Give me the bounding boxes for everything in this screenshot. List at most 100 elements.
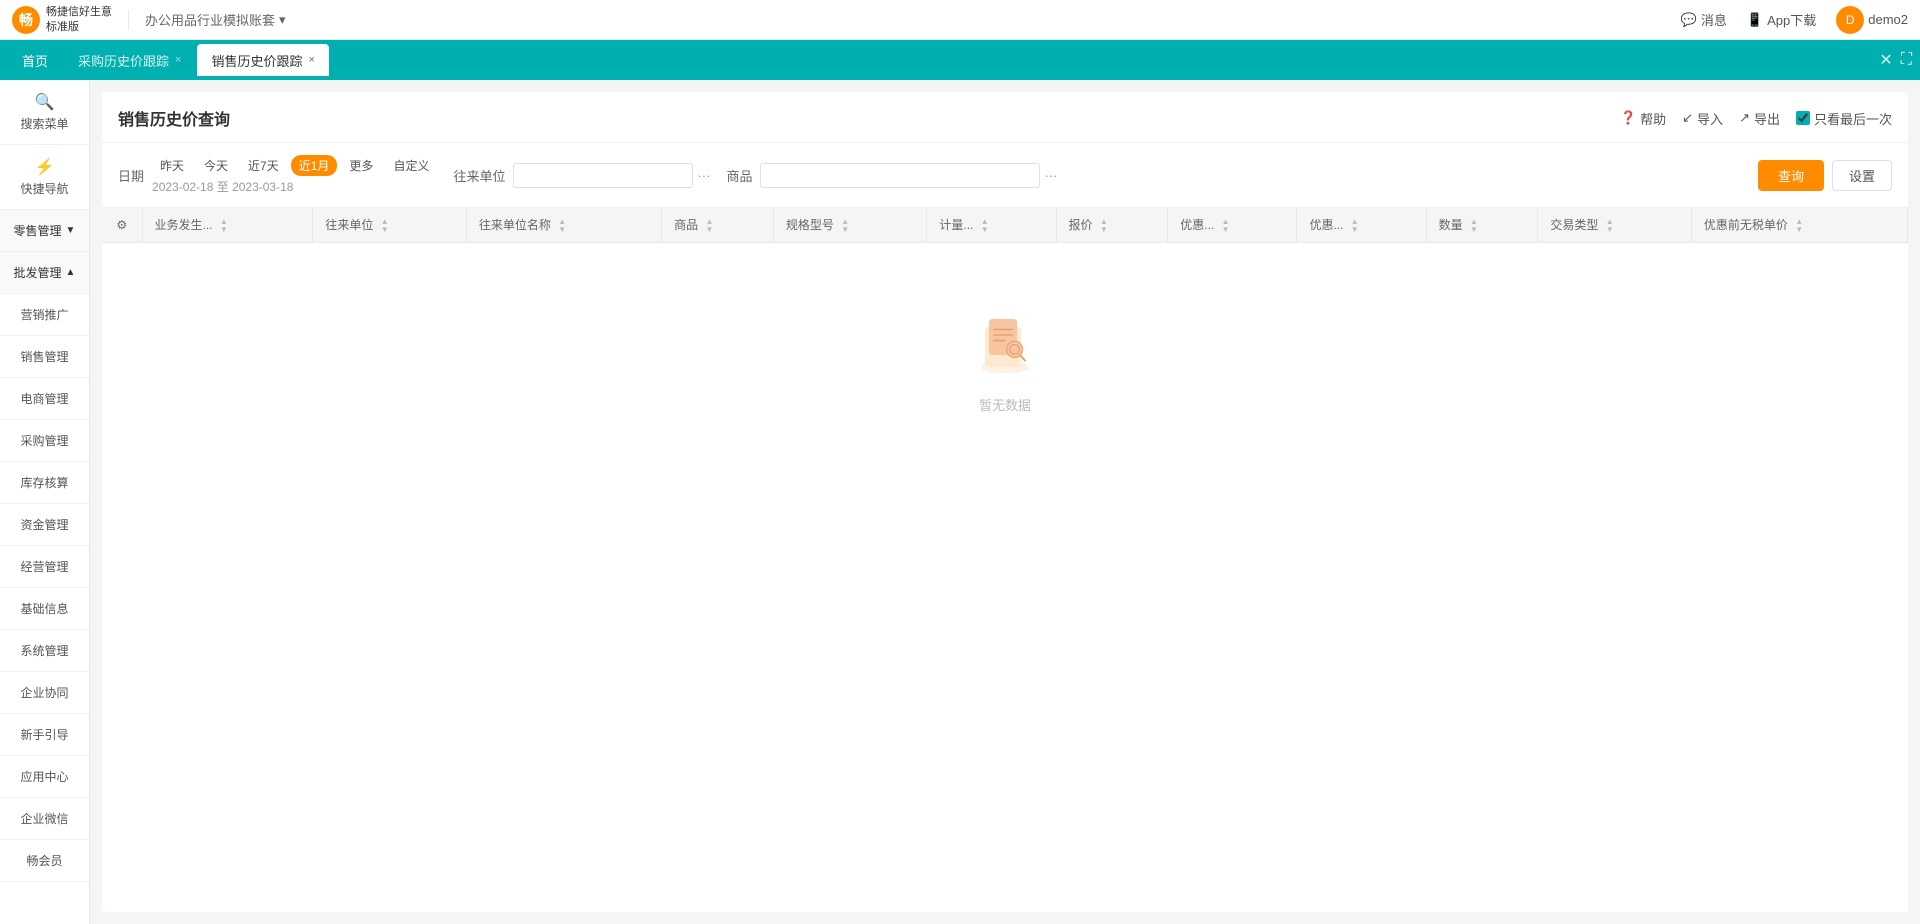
export-btn[interactable]: ↗ 导出 (1739, 109, 1780, 128)
app-selector[interactable]: 办公用品行业模拟账套 ▾ (145, 10, 286, 29)
tab-purchase-history-close[interactable]: × (175, 54, 181, 66)
sidebar-item-enterprise-coop[interactable]: 企业协同 (0, 672, 89, 714)
date-option-custom[interactable]: 自定义 (385, 155, 437, 176)
help-btn[interactable]: ❓ 帮助 (1620, 109, 1666, 128)
logo-text: 畅捷信好生意 标准版 (46, 5, 112, 34)
th-product[interactable]: 商品 ▲▼ (662, 208, 774, 242)
partner-input[interactable] (513, 163, 693, 188)
message-action[interactable]: 💬 消息 (1681, 10, 1727, 29)
partner-dots[interactable]: ··· (697, 168, 710, 183)
sort-icons-product: ▲▼ (705, 218, 713, 234)
sort-icons-partner-code: ▲▼ (381, 218, 389, 234)
sidebar-item-retail-mgmt[interactable]: 零售管理 ▼ (0, 210, 89, 252)
expand-window-icon[interactable]: ⛶ (1901, 51, 1912, 69)
tab-sales-history[interactable]: 销售历史价跟踪 × (197, 44, 328, 76)
settings-button[interactable]: 设置 (1832, 160, 1892, 191)
page-content: 销售历史价查询 ❓ 帮助 ↙ 导入 ↗ 导出 (90, 80, 1920, 924)
sort-icons-trade-type: ▲▼ (1606, 218, 1614, 234)
only-last-checkbox-label[interactable]: 只看最后一次 (1796, 109, 1892, 128)
date-range: 2023-02-18 至 2023-03-18 (152, 178, 437, 195)
partner-label: 往来单位 (453, 166, 505, 185)
tab-sales-history-close[interactable]: × (308, 54, 314, 66)
logo-area: 畅 畅捷信好生意 标准版 (12, 5, 112, 34)
th-quantity[interactable]: 数量 ▲▼ (1426, 208, 1538, 242)
user-menu[interactable]: D demo2 (1836, 6, 1908, 34)
product-dots[interactable]: ··· (1044, 168, 1057, 183)
message-icon: 💬 (1681, 12, 1697, 28)
sidebar-item-ecommerce[interactable]: 电商管理 (0, 378, 89, 420)
header-right: 💬 消息 📱 App下载 D demo2 (1681, 6, 1908, 34)
top-header: 畅 畅捷信好生意 标准版 办公用品行业模拟账套 ▾ 💬 消息 📱 App下载 D… (0, 0, 1920, 40)
header-left: 畅 畅捷信好生意 标准版 办公用品行业模拟账套 ▾ (12, 5, 286, 34)
sort-icons-no-tax-price: ▲▼ (1795, 218, 1803, 234)
sidebar-item-sales-mgmt[interactable]: 销售管理 (0, 336, 89, 378)
th-discount1[interactable]: 优惠... ▲▼ (1168, 208, 1297, 242)
date-options: 昨天 今天 近7天 近1月 更多 自定义 (152, 155, 437, 176)
page-panel: 销售历史价查询 ❓ 帮助 ↙ 导入 ↗ 导出 (102, 92, 1908, 912)
th-biz-date[interactable]: 业务发生... ▲▼ (142, 208, 313, 242)
tab-bar: 首页 采购历史价跟踪 × 销售历史价跟踪 × ✕ ⛶ (0, 40, 1920, 80)
th-spec[interactable]: 规格型号 ▲▼ (773, 208, 927, 242)
empty-text: 暂无数据 (979, 395, 1031, 414)
sidebar-item-operation[interactable]: 经营管理 (0, 546, 89, 588)
sort-icons-biz-date: ▲▼ (220, 218, 228, 234)
sidebar-item-system[interactable]: 系统管理 (0, 630, 89, 672)
product-input-area: ··· (760, 163, 1057, 188)
th-settings[interactable]: ⚙ (102, 208, 142, 242)
sidebar-item-wholesale-mgmt[interactable]: 批发管理 ▲ (0, 252, 89, 294)
date-label: 日期 (118, 166, 144, 185)
empty-icon (965, 303, 1045, 383)
partner-filter-group: 往来单位 ··· (453, 163, 710, 188)
table-header-row: ⚙ 业务发生... ▲▼ 往来单位 ▲▼ (102, 208, 1908, 242)
logo-icon: 畅 (12, 6, 40, 34)
empty-state: 暂无数据 (102, 243, 1908, 474)
quick-nav-icon: ⚡ (35, 157, 55, 177)
sidebar-item-finance[interactable]: 资金管理 (0, 504, 89, 546)
app-download-action[interactable]: 📱 App下载 (1747, 10, 1816, 29)
sort-icons-quantity: ▲▼ (1470, 218, 1478, 234)
sidebar-item-app-center[interactable]: 应用中心 (0, 756, 89, 798)
th-unit[interactable]: 计量... ▲▼ (927, 208, 1056, 242)
date-option-yesterday[interactable]: 昨天 (152, 155, 192, 176)
sidebar-item-marketing[interactable]: 营销推广 (0, 294, 89, 336)
data-table: ⚙ 业务发生... ▲▼ 往来单位 ▲▼ (102, 208, 1908, 243)
sidebar-item-quick-nav[interactable]: ⚡ 快捷导航 (0, 145, 89, 210)
th-partner-code[interactable]: 往来单位 ▲▼ (313, 208, 467, 242)
sidebar-item-purchase[interactable]: 采购管理 (0, 420, 89, 462)
query-button[interactable]: 查询 (1758, 160, 1824, 191)
sort-icons-discount1: ▲▼ (1222, 218, 1230, 234)
avatar: D (1836, 6, 1864, 34)
table-area: ⚙ 业务发生... ▲▼ 往来单位 ▲▼ (102, 208, 1908, 912)
sort-icons-discount2: ▲▼ (1351, 218, 1359, 234)
date-filter-group: 日期 昨天 今天 近7天 近1月 更多 自定义 2023-02-18 至 202… (118, 155, 437, 195)
sidebar-item-search-menu[interactable]: 🔍 搜索菜单 (0, 80, 89, 145)
chevron-down-icon: ▾ (279, 12, 286, 28)
sidebar-item-beginner[interactable]: 新手引导 (0, 714, 89, 756)
date-option-7days[interactable]: 近7天 (240, 155, 287, 176)
th-trade-type[interactable]: 交易类型 ▲▼ (1538, 208, 1692, 242)
th-no-tax-price[interactable]: 优惠前无税单价 ▲▼ (1691, 208, 1907, 242)
th-partner-name[interactable]: 往来单位名称 ▲▼ (466, 208, 661, 242)
chevron-down-icon: ▼ (66, 225, 76, 236)
th-quote[interactable]: 报价 ▲▼ (1056, 208, 1168, 242)
date-option-today[interactable]: 今天 (196, 155, 236, 176)
content-area: 销售历史价查询 ❓ 帮助 ↙ 导入 ↗ 导出 (90, 80, 1920, 924)
page-header: 销售历史价查询 ❓ 帮助 ↙ 导入 ↗ 导出 (102, 92, 1908, 143)
tab-home[interactable]: 首页 (8, 44, 62, 76)
sidebar: 🔍 搜索菜单 ⚡ 快捷导航 零售管理 ▼ 批发管理 ▲ 营销推广 销售管理 电商… (0, 80, 90, 924)
tab-purchase-history[interactable]: 采购历史价跟踪 × (64, 44, 195, 76)
date-filter-options-group: 昨天 今天 近7天 近1月 更多 自定义 2023-02-18 至 2023-0… (152, 155, 437, 195)
date-option-more[interactable]: 更多 (341, 155, 381, 176)
header-divider (128, 10, 129, 30)
sort-icons-spec: ▲▼ (841, 218, 849, 234)
date-option-1month[interactable]: 近1月 (291, 155, 338, 176)
sidebar-item-inventory[interactable]: 库存核算 (0, 462, 89, 504)
only-last-checkbox[interactable] (1796, 111, 1810, 125)
sidebar-item-enterprise-wechat[interactable]: 企业微信 (0, 798, 89, 840)
close-window-icon[interactable]: ✕ (1879, 50, 1892, 70)
sidebar-item-member[interactable]: 畅会员 (0, 840, 89, 882)
product-input[interactable] (760, 163, 1040, 188)
import-btn[interactable]: ↙ 导入 (1682, 109, 1723, 128)
sidebar-item-basic-info[interactable]: 基础信息 (0, 588, 89, 630)
th-discount2[interactable]: 优惠... ▲▼ (1297, 208, 1426, 242)
